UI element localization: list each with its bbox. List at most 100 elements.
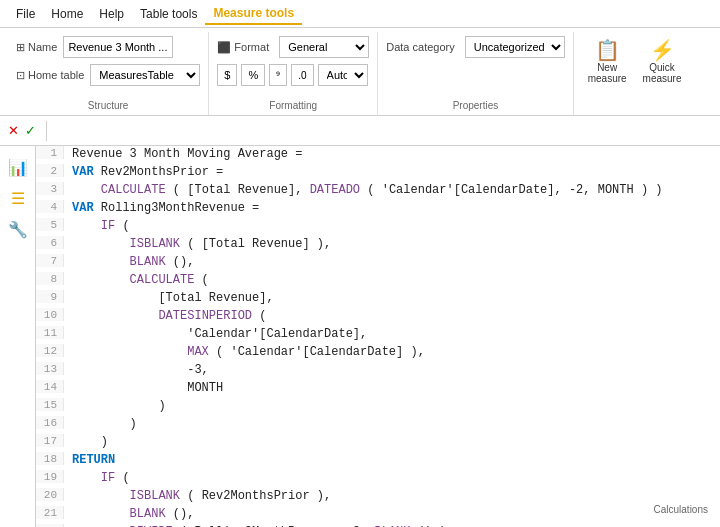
structure-group-label: Structure <box>88 98 129 115</box>
line-number: 17 <box>36 434 64 447</box>
properties-group-label: Properties <box>453 98 499 115</box>
line-content: ) <box>64 434 108 449</box>
ribbon-group-structure: ⊞ Name ⊡ Home table MeasuresTable Struct… <box>8 32 209 115</box>
currency-btn[interactable]: $ <box>217 64 237 86</box>
quick-measure-icon: ⚡ <box>650 40 675 60</box>
code-line-10: 10 DATESINPERIOD ( <box>36 308 720 326</box>
line-content: BLANK (), <box>64 506 194 521</box>
formatting-group-label: Formatting <box>269 98 317 115</box>
code-line-16: 16 ) <box>36 416 720 434</box>
line-content: ISBLANK ( [Total Revenue] ), <box>64 236 331 251</box>
line-content: BLANK (), <box>64 254 194 269</box>
ribbon-group-calculations: 📋 Newmeasure ⚡ Quickmeasure Calculations <box>574 32 696 115</box>
line-content: VAR Rev2MonthsPrior = <box>64 164 223 179</box>
line-number: 13 <box>36 362 64 375</box>
menu-table-tools[interactable]: Table tools <box>132 4 205 24</box>
toolbar-separator <box>46 121 47 141</box>
sidebar-model-icon[interactable]: 🔧 <box>4 216 32 243</box>
line-content: CALCULATE ( <box>64 272 209 287</box>
quick-measure-label: Quickmeasure <box>643 62 682 84</box>
code-line-20: 20 ISBLANK ( Rev2MonthsPrior ), <box>36 488 720 506</box>
editor-toolbar: ✕ ✓ <box>0 116 720 146</box>
sidebar: 📊 ☰ 🔧 <box>0 146 36 527</box>
code-line-8: 8 CALCULATE ( <box>36 272 720 290</box>
new-measure-icon: 📋 <box>595 40 620 60</box>
code-line-17: 17 ) <box>36 434 720 452</box>
menu-home[interactable]: Home <box>43 4 91 24</box>
line-number: 14 <box>36 380 64 393</box>
line-number: 18 <box>36 452 64 465</box>
line-number: 8 <box>36 272 64 285</box>
line-content: CALCULATE ( [Total Revenue], DATEADO ( '… <box>64 182 663 197</box>
line-number: 19 <box>36 470 64 483</box>
discard-btn[interactable]: ✕ <box>8 123 19 138</box>
line-number: 16 <box>36 416 64 429</box>
ribbon: ⊞ Name ⊡ Home table MeasuresTable Struct… <box>0 28 720 116</box>
line-number: 20 <box>36 488 64 501</box>
menu-measure-tools[interactable]: Measure tools <box>205 3 302 25</box>
percent-btn[interactable]: % <box>241 64 265 86</box>
line-content: ) <box>64 398 166 413</box>
code-line-21: 21 BLANK (), <box>36 506 720 524</box>
format-label: ⬛ Format <box>217 41 269 54</box>
line-number: 11 <box>36 326 64 339</box>
line-content: 'Calendar'[CalendarDate], <box>64 326 367 341</box>
auto-select[interactable]: Auto <box>318 64 368 86</box>
line-content: VAR Rolling3MonthRevenue = <box>64 200 259 215</box>
line-number: 5 <box>36 218 64 231</box>
code-line-7: 7 BLANK (), <box>36 254 720 272</box>
line-number: 21 <box>36 506 64 519</box>
menu-bar: File Home Help Table tools Measure tools <box>0 0 720 28</box>
code-line-6: 6 ISBLANK ( [Total Revenue] ), <box>36 236 720 254</box>
line-number: 2 <box>36 164 64 177</box>
code-line-2: 2VAR Rev2MonthsPrior = <box>36 164 720 182</box>
line-content: -3, <box>64 362 209 377</box>
sidebar-table-icon[interactable]: ☰ <box>7 185 29 212</box>
main-area: 📊 ☰ 🔧 1Revenue 3 Month Moving Average =2… <box>0 146 720 527</box>
line-content: DATESINPERIOD ( <box>64 308 266 323</box>
line-content: ) <box>64 416 137 431</box>
line-number: 3 <box>36 182 64 195</box>
format-select[interactable]: General <box>279 36 369 58</box>
line-number: 15 <box>36 398 64 411</box>
decimal-btn[interactable]: .0 <box>291 64 313 86</box>
ribbon-group-properties: Data category Uncategorized Properties <box>378 32 573 115</box>
code-line-4: 4VAR Rolling3MonthRevenue = <box>36 200 720 218</box>
home-table-select[interactable]: MeasuresTable <box>90 64 200 86</box>
ribbon-group-formatting: ⬛ Format General $ % ⁹ .0 Auto Formattin… <box>209 32 378 115</box>
menu-file[interactable]: File <box>8 4 43 24</box>
code-line-15: 15 ) <box>36 398 720 416</box>
name-input[interactable] <box>63 36 173 58</box>
code-line-3: 3 CALCULATE ( [Total Revenue], DATEADO (… <box>36 182 720 200</box>
new-measure-btn[interactable]: 📋 Newmeasure <box>582 36 633 88</box>
comma-btn[interactable]: ⁹ <box>269 64 287 86</box>
menu-help[interactable]: Help <box>91 4 132 24</box>
home-table-label: ⊡ Home table <box>16 69 84 82</box>
code-editor[interactable]: 1Revenue 3 Month Moving Average =2VAR Re… <box>36 146 720 527</box>
line-content: IF ( <box>64 470 130 485</box>
data-category-select[interactable]: Uncategorized <box>465 36 565 58</box>
new-measure-label: Newmeasure <box>588 62 627 84</box>
line-number: 10 <box>36 308 64 321</box>
line-content: [Total Revenue], <box>64 290 274 305</box>
line-content: RETURN <box>64 452 115 467</box>
line-number: 4 <box>36 200 64 213</box>
sidebar-chart-icon[interactable]: 📊 <box>4 154 32 181</box>
calculations-group-label: Calculations <box>654 502 708 519</box>
code-line-18: 18RETURN <box>36 452 720 470</box>
line-content: MAX ( 'Calendar'[CalendarDate] ), <box>64 344 425 359</box>
line-content: Revenue 3 Month Moving Average = <box>64 146 302 161</box>
confirm-btn[interactable]: ✓ <box>25 123 36 138</box>
code-line-14: 14 MONTH <box>36 380 720 398</box>
line-number: 9 <box>36 290 64 303</box>
line-content: MONTH <box>64 380 223 395</box>
line-number: 1 <box>36 146 64 159</box>
code-line-11: 11 'Calendar'[CalendarDate], <box>36 326 720 344</box>
code-line-12: 12 MAX ( 'Calendar'[CalendarDate] ), <box>36 344 720 362</box>
line-number: 6 <box>36 236 64 249</box>
name-label: ⊞ Name <box>16 41 57 54</box>
line-content: ISBLANK ( Rev2MonthsPrior ), <box>64 488 331 503</box>
quick-measure-btn[interactable]: ⚡ Quickmeasure <box>637 36 688 88</box>
code-line-13: 13 -3, <box>36 362 720 380</box>
line-content: IF ( <box>64 218 130 233</box>
